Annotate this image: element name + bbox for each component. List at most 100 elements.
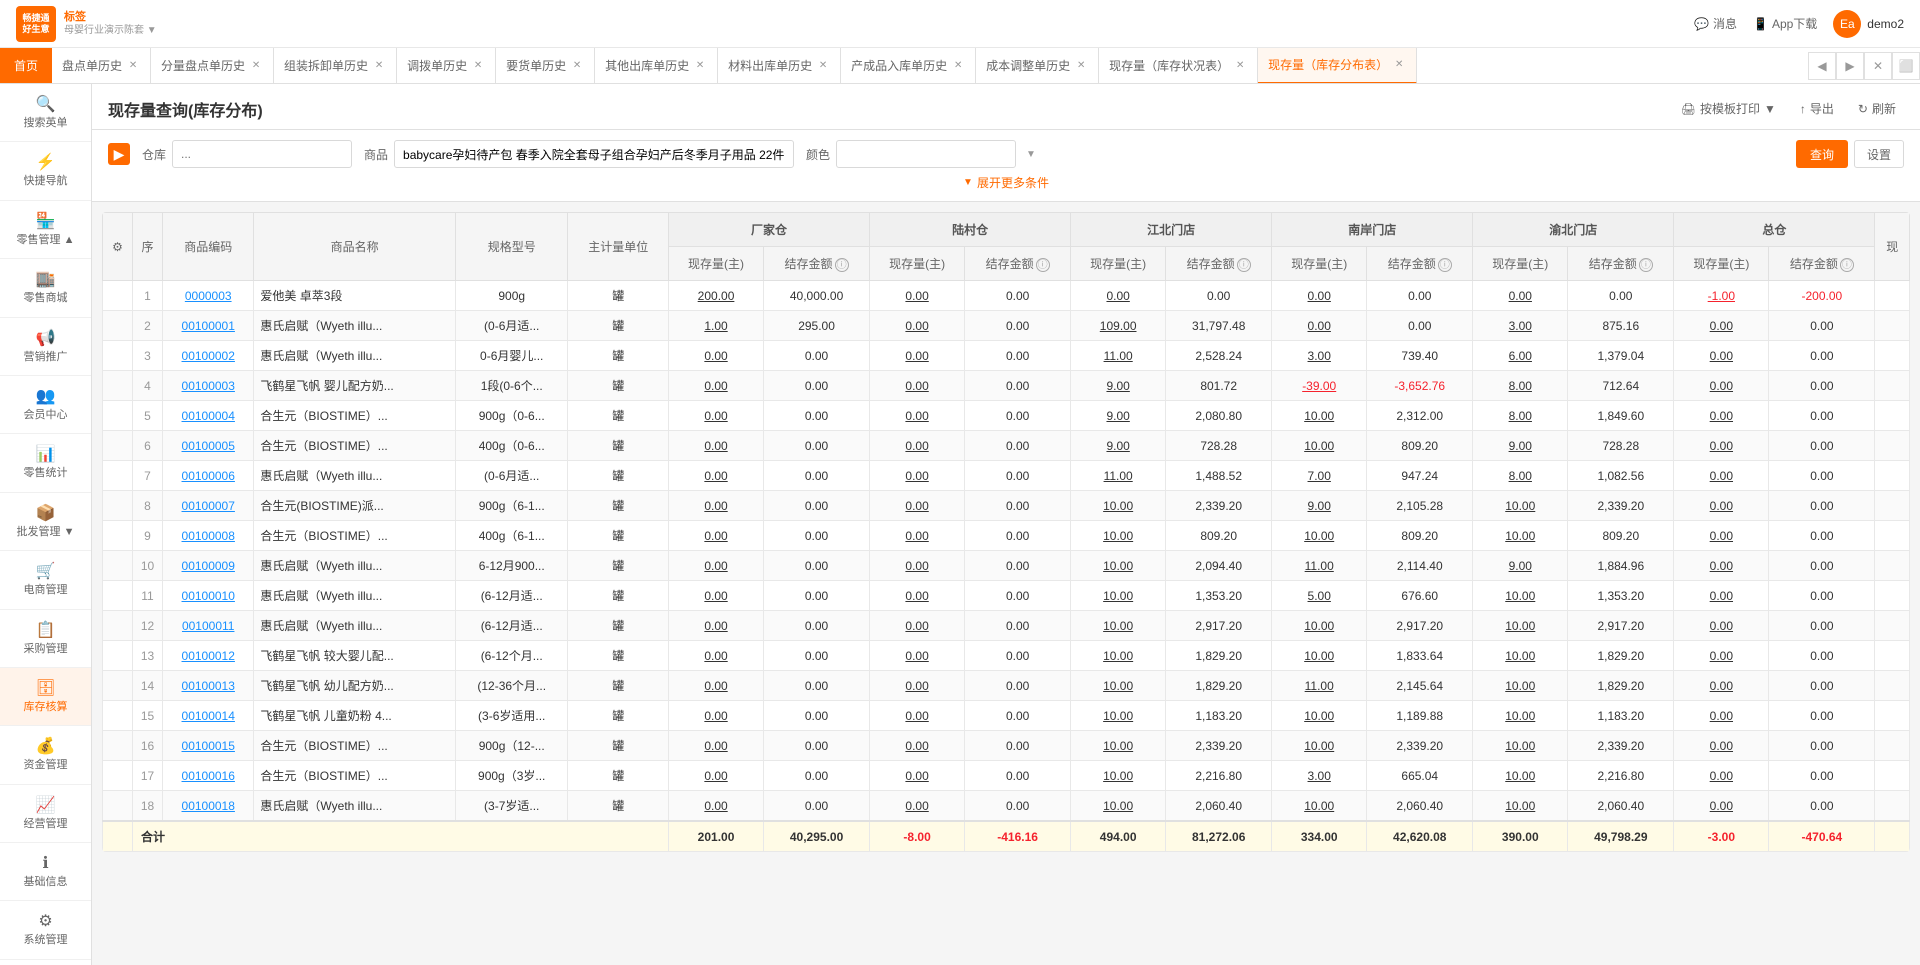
- cell-code[interactable]: 00100016: [163, 761, 254, 791]
- cell-yubei-qty[interactable]: 10.00: [1473, 581, 1568, 611]
- tab-prev-btn[interactable]: ◀: [1808, 52, 1836, 80]
- sidebar-item-operations[interactable]: 📈 经营管理: [0, 785, 91, 843]
- cell-changjia-qty[interactable]: 0.00: [669, 701, 764, 731]
- cell-code[interactable]: 00100009: [163, 551, 254, 581]
- cell-nanan-qty[interactable]: 10.00: [1272, 701, 1367, 731]
- cell-zongcang-qty[interactable]: 0.00: [1674, 491, 1769, 521]
- cell-yubei-qty[interactable]: 8.00: [1473, 371, 1568, 401]
- sidebar-item-finance[interactable]: 💰 资金管理: [0, 726, 91, 784]
- sidebar-item-purchase[interactable]: 📋 采购管理: [0, 610, 91, 668]
- cell-yubei-qty[interactable]: 10.00: [1473, 791, 1568, 822]
- cell-changjia-qty[interactable]: 0.00: [669, 551, 764, 581]
- jiangbei-amt-info[interactable]: ⓘ: [1237, 258, 1251, 272]
- refresh-btn[interactable]: ↻ 刷新: [1850, 96, 1904, 121]
- cell-nanan-qty[interactable]: -39.00: [1272, 371, 1367, 401]
- tab-close-cailiao[interactable]: ✕: [816, 59, 830, 73]
- tab-chengbentiaoz[interactable]: 成本调整单历史 ✕: [976, 48, 1099, 84]
- query-button[interactable]: 查询: [1796, 140, 1848, 168]
- cell-changjia-qty[interactable]: 1.00: [669, 311, 764, 341]
- cell-changjia-qty[interactable]: 0.00: [669, 461, 764, 491]
- tab-close-xiancun1[interactable]: ✕: [1233, 59, 1247, 73]
- tab-close-chengbentiaoz[interactable]: ✕: [1074, 59, 1088, 73]
- settings-button[interactable]: 设置: [1854, 140, 1904, 168]
- cell-jiangbei-qty[interactable]: 11.00: [1071, 341, 1166, 371]
- cell-code[interactable]: 00100010: [163, 581, 254, 611]
- cell-code[interactable]: 0000003: [163, 281, 254, 311]
- color-input[interactable]: [836, 140, 1016, 168]
- cell-changjia-qty[interactable]: 0.00: [669, 641, 764, 671]
- warehouse-input[interactable]: [172, 140, 352, 168]
- message-btn[interactable]: 💬 消息: [1694, 15, 1737, 32]
- cell-jiangbei-qty[interactable]: 10.00: [1071, 791, 1166, 822]
- cell-jiangbei-qty[interactable]: 9.00: [1071, 371, 1166, 401]
- sidebar-item-retail-mgmt[interactable]: 🏪 零售管理 ▲: [0, 201, 91, 259]
- sidebar-item-inventory[interactable]: 🗄 库存核算: [0, 668, 91, 726]
- cell-nanan-qty[interactable]: 11.00: [1272, 551, 1367, 581]
- tab-zuzhao[interactable]: 组装拆卸单历史 ✕: [274, 48, 397, 84]
- cell-lucun-qty[interactable]: 0.00: [870, 731, 965, 761]
- col-settings[interactable]: ⚙: [103, 213, 133, 281]
- cell-nanan-qty[interactable]: 3.00: [1272, 761, 1367, 791]
- cell-zongcang-qty[interactable]: 0.00: [1674, 641, 1769, 671]
- cell-code[interactable]: 00100007: [163, 491, 254, 521]
- tab-diaobo[interactable]: 调拨单历史 ✕: [397, 48, 496, 84]
- cell-yubei-qty[interactable]: 9.00: [1473, 431, 1568, 461]
- tab-qitachuku[interactable]: 其他出库单历史 ✕: [595, 48, 718, 84]
- tab-close-yaohuo[interactable]: ✕: [570, 59, 584, 73]
- cell-jiangbei-qty[interactable]: 109.00: [1071, 311, 1166, 341]
- cell-code[interactable]: 00100015: [163, 731, 254, 761]
- cell-lucun-qty[interactable]: 0.00: [870, 401, 965, 431]
- sidebar-item-membership[interactable]: 👥 会员中心: [0, 376, 91, 434]
- cell-nanan-qty[interactable]: 10.00: [1272, 791, 1367, 822]
- sidebar-item-quicknav[interactable]: ⚡ 快捷导航: [0, 142, 91, 200]
- cell-zongcang-qty[interactable]: 0.00: [1674, 551, 1769, 581]
- tab-close-fenpandian[interactable]: ✕: [249, 59, 263, 73]
- cell-code[interactable]: 00100018: [163, 791, 254, 822]
- cell-nanan-qty[interactable]: 3.00: [1272, 341, 1367, 371]
- cell-nanan-qty[interactable]: 9.00: [1272, 491, 1367, 521]
- cell-zongcang-qty[interactable]: 0.00: [1674, 581, 1769, 611]
- tab-xiancunliang-kuangkuang[interactable]: 现存量（库存状况表） ✕: [1099, 48, 1258, 84]
- cell-lucun-qty[interactable]: 0.00: [870, 521, 965, 551]
- cell-yubei-qty[interactable]: 10.00: [1473, 641, 1568, 671]
- cell-zongcang-qty[interactable]: 0.00: [1674, 311, 1769, 341]
- cell-lucun-qty[interactable]: 0.00: [870, 791, 965, 822]
- cell-jiangbei-qty[interactable]: 0.00: [1071, 281, 1166, 311]
- cell-changjia-qty[interactable]: 0.00: [669, 671, 764, 701]
- cell-zongcang-qty[interactable]: 0.00: [1674, 461, 1769, 491]
- cell-yubei-qty[interactable]: 6.00: [1473, 341, 1568, 371]
- sidebar-item-wholesale[interactable]: 📦 批发管理 ▼: [0, 493, 91, 551]
- cell-changjia-qty[interactable]: 0.00: [669, 731, 764, 761]
- cell-yubei-qty[interactable]: 10.00: [1473, 731, 1568, 761]
- cell-zongcang-qty[interactable]: 0.00: [1674, 521, 1769, 551]
- cell-jiangbei-qty[interactable]: 11.00: [1071, 461, 1166, 491]
- cell-nanan-qty[interactable]: 5.00: [1272, 581, 1367, 611]
- cell-code[interactable]: 00100005: [163, 431, 254, 461]
- changjia-amt-info[interactable]: ⓘ: [835, 258, 849, 272]
- cell-lucun-qty[interactable]: 0.00: [870, 581, 965, 611]
- cell-changjia-qty[interactable]: 0.00: [669, 581, 764, 611]
- cell-code[interactable]: 00100013: [163, 671, 254, 701]
- cell-nanan-qty[interactable]: 10.00: [1272, 431, 1367, 461]
- cell-code[interactable]: 00100004: [163, 401, 254, 431]
- sidebar-item-ecommerce[interactable]: 🛒 电商管理: [0, 551, 91, 609]
- cell-nanan-qty[interactable]: 7.00: [1272, 461, 1367, 491]
- cell-zongcang-qty[interactable]: 0.00: [1674, 431, 1769, 461]
- cell-zongcang-qty[interactable]: 0.00: [1674, 731, 1769, 761]
- cell-yubei-qty[interactable]: 10.00: [1473, 671, 1568, 701]
- print-btn[interactable]: 🖨 按模板打印 ▼: [1673, 96, 1784, 121]
- cell-yubei-qty[interactable]: 10.00: [1473, 521, 1568, 551]
- product-input[interactable]: [394, 140, 794, 168]
- tab-home[interactable]: 首页: [0, 48, 52, 84]
- tab-xiancunliang-fenbufenbu[interactable]: 现存量（库存分布表） ✕: [1258, 48, 1417, 84]
- cell-yubei-qty[interactable]: 8.00: [1473, 401, 1568, 431]
- cell-nanan-qty[interactable]: 0.00: [1272, 281, 1367, 311]
- sidebar-item-collab[interactable]: 🤝 企业协同: [0, 960, 91, 965]
- color-dropdown-icon[interactable]: ▼: [1026, 149, 1036, 160]
- nanan-amt-info[interactable]: ⓘ: [1438, 258, 1452, 272]
- cell-changjia-qty[interactable]: 0.00: [669, 521, 764, 551]
- cell-lucun-qty[interactable]: 0.00: [870, 341, 965, 371]
- cell-zongcang-qty[interactable]: 0.00: [1674, 341, 1769, 371]
- lucun-amt-info[interactable]: ⓘ: [1036, 258, 1050, 272]
- cell-lucun-qty[interactable]: 0.00: [870, 671, 965, 701]
